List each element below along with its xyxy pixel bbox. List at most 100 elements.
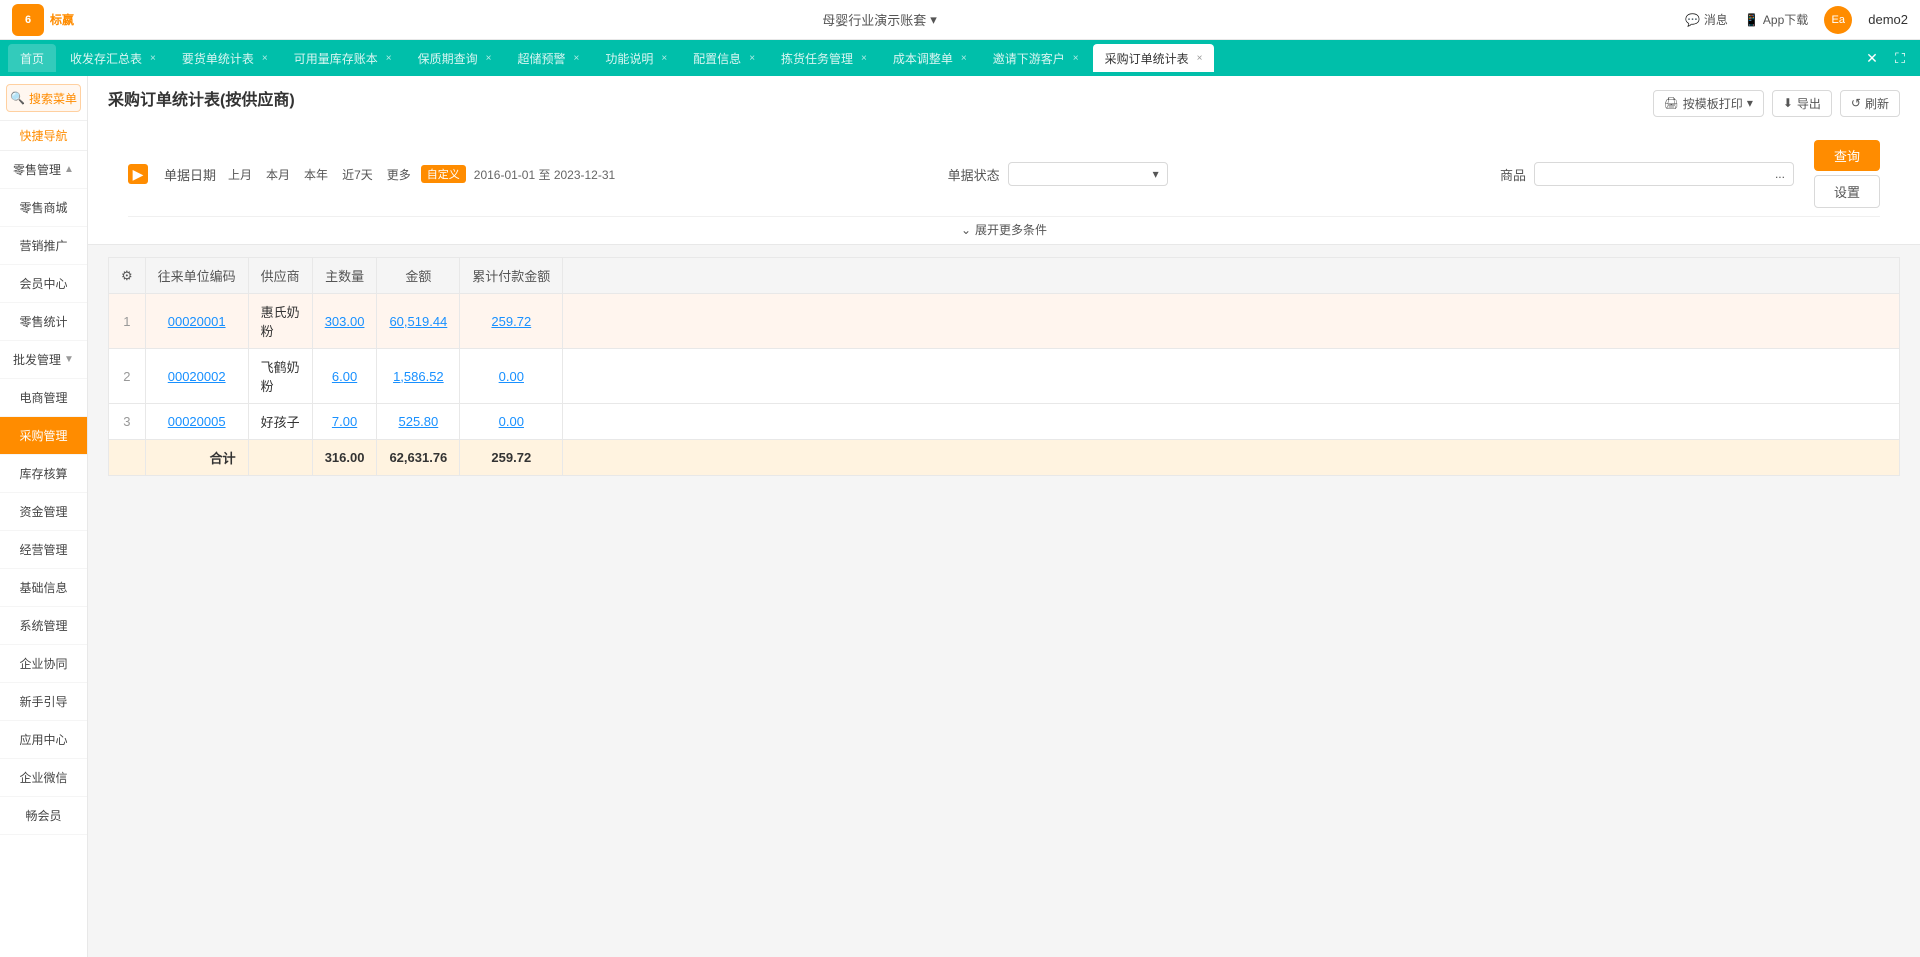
row-qty[interactable]: 7.00 (312, 404, 377, 440)
sidebar-item-system[interactable]: 系统管理 (0, 607, 87, 645)
header-top-row: 采购订单统计表(按供应商) 🖨 按模板打印 ▾ ⬇ 导出 ↺ 刷新 (108, 86, 1900, 120)
row-supplier: 飞鹤奶粉 (248, 349, 312, 404)
tab-peizhi[interactable]: 配置信息 × (681, 44, 767, 72)
sidebar-item-ecommerce[interactable]: 电商管理 (0, 379, 87, 417)
date-range-display: 2016-01-01 至 2023-12-31 (474, 166, 615, 183)
close-icon[interactable]: × (1197, 53, 1203, 64)
settings-button[interactable]: 设置 (1814, 175, 1880, 208)
sidebar-item-retail-stats[interactable]: 零售统计 (0, 303, 87, 341)
message-label: 消息 (1704, 11, 1728, 28)
row-code[interactable]: 00020002 (145, 349, 248, 404)
shortcut-this-year[interactable]: 本年 (300, 164, 332, 185)
settings-icon[interactable]: ⚙ (121, 268, 133, 283)
close-icon[interactable]: × (573, 53, 579, 64)
tab-chengben[interactable]: 成本调整单 × (881, 44, 979, 72)
expand-collapse-icon[interactable]: ▶ (128, 164, 148, 184)
row-qty[interactable]: 6.00 (312, 349, 377, 404)
tab-pihuo[interactable]: 拣货任务管理 × (769, 44, 879, 72)
sidebar-item-finance[interactable]: 资金管理 (0, 493, 87, 531)
tab-shoufahu[interactable]: 收发存汇总表 × (58, 44, 168, 72)
close-icon[interactable]: × (150, 53, 156, 64)
table-footer-row: 合计 316.00 62,631.76 259.72 (109, 440, 1900, 476)
close-icon[interactable]: × (486, 53, 492, 64)
shortcut-last-month[interactable]: 上月 (224, 164, 256, 185)
row-extra (563, 294, 1900, 349)
sidebar-item-enterprise-label: 企业协同 (19, 655, 67, 672)
row-paid[interactable]: 0.00 (460, 404, 563, 440)
sidebar-item-member[interactable]: 会员中心 (0, 265, 87, 303)
shortcut-more[interactable]: 更多 (383, 164, 415, 185)
workspace-select[interactable]: 母婴行业演示账套 ▾ (822, 10, 937, 29)
row-amount[interactable]: 525.80 (377, 404, 460, 440)
close-icon[interactable]: × (861, 53, 867, 64)
th-code: 往来单位编码 (145, 258, 248, 294)
tab-yaoqing[interactable]: 邀请下游客户 × (981, 44, 1091, 72)
page-header: 采购订单统计表(按供应商) 🖨 按模板打印 ▾ ⬇ 导出 ↺ 刷新 (88, 76, 1920, 245)
status-select[interactable]: ▾ (1008, 162, 1168, 186)
sidebar-item-newguide[interactable]: 新手引导 (0, 683, 87, 721)
close-icon[interactable]: × (386, 53, 392, 64)
nav-close-button[interactable]: ✕ (1860, 46, 1884, 70)
user-avatar: Ea (1824, 6, 1852, 34)
close-icon[interactable]: × (1073, 53, 1079, 64)
sidebar-item-enterprise[interactable]: 企业协同 (0, 645, 87, 683)
sidebar-item-operation[interactable]: 经营管理 (0, 531, 87, 569)
tab-chaochu[interactable]: 超储预警 × (505, 44, 591, 72)
row-paid[interactable]: 259.72 (460, 294, 563, 349)
row-amount[interactable]: 60,519.44 (377, 294, 460, 349)
row-paid[interactable]: 0.00 (460, 349, 563, 404)
refresh-button[interactable]: ↺ 刷新 (1840, 90, 1900, 117)
shortcut-7days[interactable]: 近7天 (338, 164, 377, 185)
expand-more-button[interactable]: ⌄ 展开更多条件 (961, 221, 1047, 238)
sidebar-item-finance-label: 资金管理 (19, 503, 67, 520)
sidebar-item-retail-shop[interactable]: 零售商城 (0, 189, 87, 227)
sidebar-item-wechat[interactable]: 企业微信 (0, 759, 87, 797)
tab-caigou[interactable]: 采购订单统计表 × (1093, 44, 1215, 72)
export-button[interactable]: ⬇ 导出 (1772, 90, 1832, 117)
sidebar-nav-button[interactable]: 快捷导航 (0, 121, 87, 151)
workspace-arrow-icon: ▾ (930, 12, 937, 28)
sidebar-item-inventory[interactable]: 库存核算 (0, 455, 87, 493)
close-icon[interactable]: × (749, 53, 755, 64)
row-amount[interactable]: 1,586.52 (377, 349, 460, 404)
sidebar-item-appcenter[interactable]: 应用中心 (0, 721, 87, 759)
message-button[interactable]: 💬 消息 (1685, 11, 1728, 28)
th-settings[interactable]: ⚙ (109, 258, 146, 294)
custom-date-tag[interactable]: 自定义 (421, 165, 466, 183)
tab-gongneng[interactable]: 功能说明 × (593, 44, 679, 72)
sidebar-item-basic[interactable]: 基础信息 (0, 569, 87, 607)
app-icon: 📱 (1744, 13, 1759, 27)
close-icon[interactable]: × (961, 53, 967, 64)
tab-baozhiqi-label: 保质期查询 (418, 50, 478, 67)
row-qty[interactable]: 303.00 (312, 294, 377, 349)
shortcut-this-month[interactable]: 本月 (262, 164, 294, 185)
print-button[interactable]: 🖨 按模板打印 ▾ (1653, 90, 1764, 117)
sidebar-item-wholesale[interactable]: 批发管理 ▼ (0, 341, 87, 379)
nav-expand-button[interactable]: ⛶ (1888, 46, 1912, 70)
tab-baozhiqi[interactable]: 保质期查询 × (406, 44, 504, 72)
tab-yaohuo[interactable]: 要货单统计表 × (170, 44, 280, 72)
row-supplier: 好孩子 (248, 404, 312, 440)
close-icon[interactable]: × (661, 53, 667, 64)
goods-more-icon: ... (1775, 167, 1785, 181)
sidebar-item-retail[interactable]: 零售管理 ▲ (0, 151, 87, 189)
row-code[interactable]: 00020001 (145, 294, 248, 349)
workspace-area[interactable]: 母婴行业演示账套 ▾ (822, 10, 937, 29)
logo-icon: 6 (12, 4, 44, 36)
goods-input[interactable]: ... (1534, 162, 1794, 186)
sidebar-item-operation-label: 经营管理 (19, 541, 67, 558)
tab-home[interactable]: 首页 (8, 44, 56, 72)
query-button[interactable]: 查询 (1814, 140, 1880, 171)
sidebar-item-purchase[interactable]: 采购管理 (0, 417, 87, 455)
tab-yaoqing-label: 邀请下游客户 (993, 50, 1065, 67)
sidebar-item-appcenter-label: 应用中心 (19, 731, 67, 748)
row-code[interactable]: 00020005 (145, 404, 248, 440)
refresh-icon: ↺ (1851, 96, 1861, 110)
filter-row-1: ▶ 单据日期 上月 本月 本年 近7天 更多 自定义 2016-01-01 至 … (128, 136, 1880, 212)
search-menu-button[interactable]: 🔍 搜索菜单 (6, 84, 81, 112)
sidebar-item-member2[interactable]: 畅会员 (0, 797, 87, 835)
sidebar-item-marketing[interactable]: 营销推广 (0, 227, 87, 265)
tab-keyong[interactable]: 可用量库存账本 × (282, 44, 404, 72)
close-icon[interactable]: × (262, 53, 268, 64)
app-download-button[interactable]: 📱 App下载 (1744, 11, 1808, 28)
